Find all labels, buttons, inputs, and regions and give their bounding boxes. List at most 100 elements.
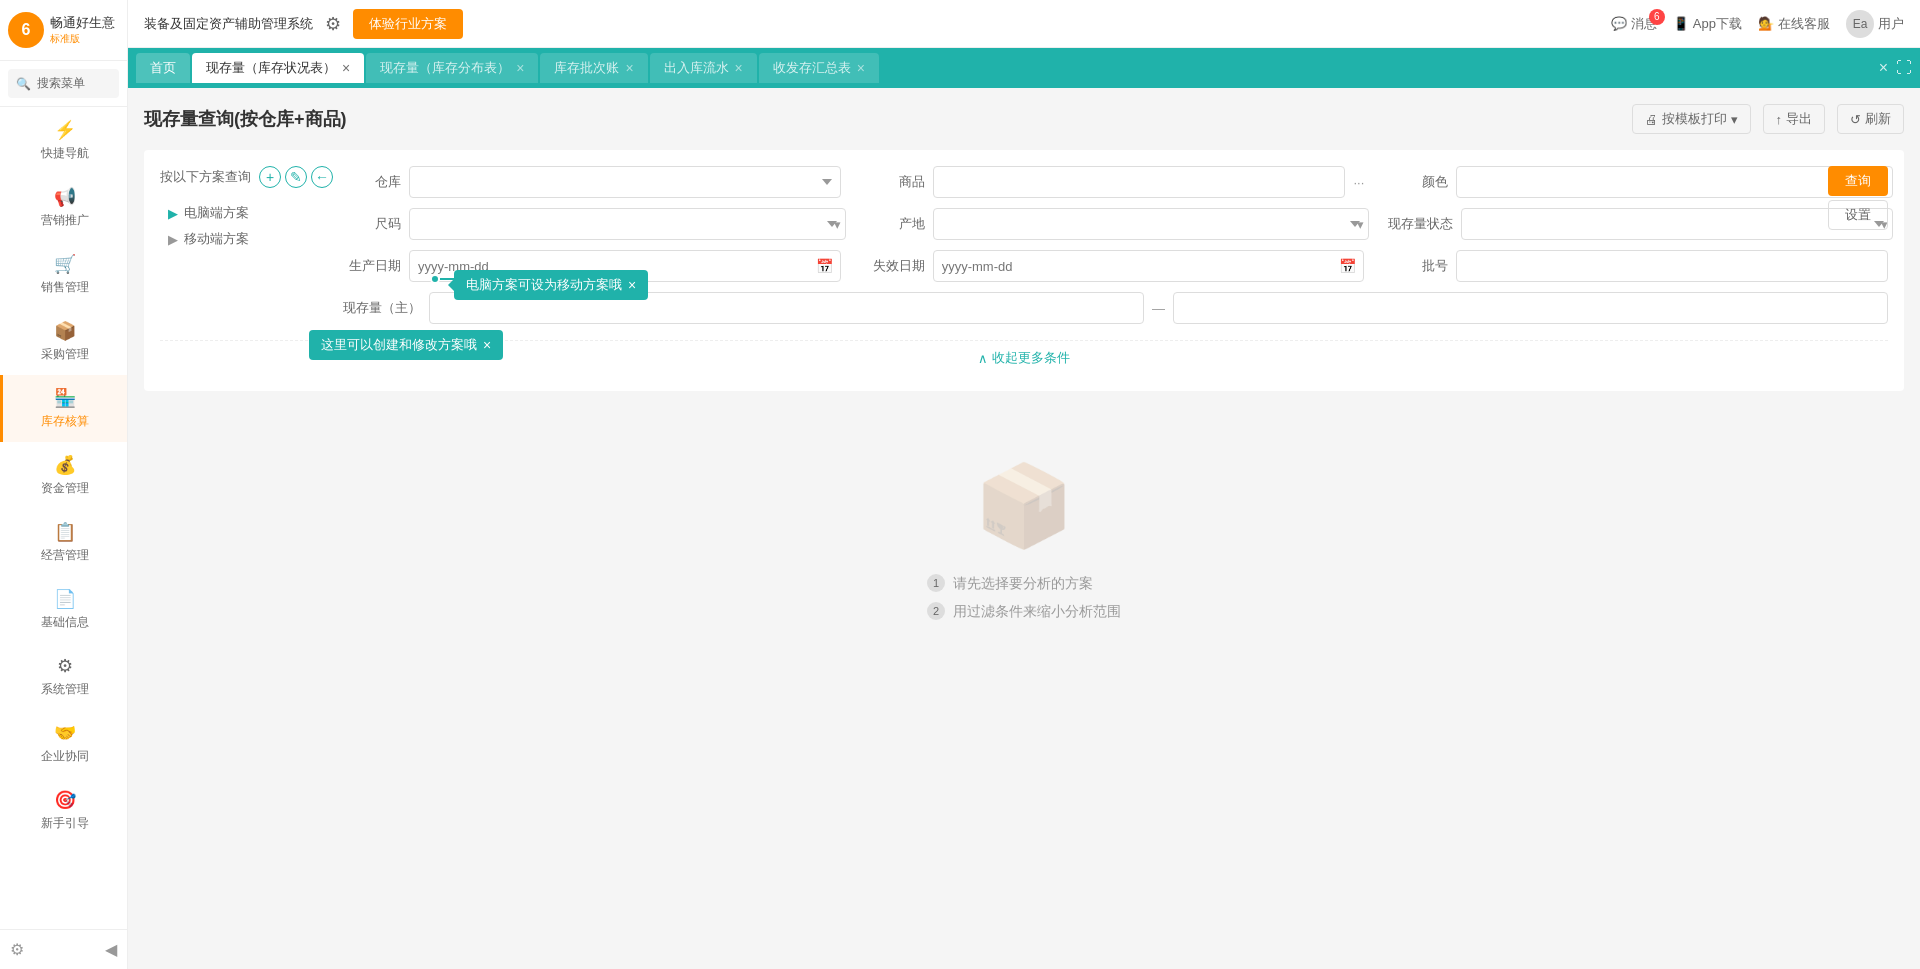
logo-name: 畅通好生意 xyxy=(50,14,115,32)
user-area[interactable]: Ea 用户 xyxy=(1846,10,1904,38)
tab-home[interactable]: 首页 xyxy=(136,53,190,83)
refresh-button[interactable]: ↺ 刷新 xyxy=(1837,104,1904,134)
sidebar-item-system[interactable]: ⚙ 系统管理 xyxy=(0,643,127,710)
topbar-settings-button[interactable]: ⚙ xyxy=(325,13,341,35)
tab-flow-close[interactable]: × xyxy=(735,61,743,75)
scheme-item-desktop[interactable]: ▶ 电脑端方案 xyxy=(160,200,325,226)
tab-summary-label: 收发存汇总表 xyxy=(773,59,851,77)
edit-tooltip-text: 这里可以创建和修改方案哦 xyxy=(321,336,477,354)
scheme-item-mobile-arrow: ▶ xyxy=(168,232,178,247)
industry-button[interactable]: 体验行业方案 xyxy=(353,9,463,39)
tab-inventory-distribution-close[interactable]: × xyxy=(516,61,524,75)
sidebar-item-enterprise[interactable]: 🤝 企业协同 xyxy=(0,710,127,777)
search-menu-button[interactable]: 🔍 搜索菜单 xyxy=(8,69,119,98)
marketing-label: 营销推广 xyxy=(41,212,89,229)
message-button[interactable]: 💬 消息 6 xyxy=(1611,15,1657,33)
sidebar-item-purchase[interactable]: 📦 采购管理 xyxy=(0,308,127,375)
size-select[interactable] xyxy=(409,208,846,240)
tip1-num: 1 xyxy=(927,574,945,592)
topbar-right: 💬 消息 6 📱 App下载 💁 在线客服 Ea 用户 xyxy=(1611,10,1904,38)
sidebar-item-basic-info[interactable]: 📄 基础信息 xyxy=(0,576,127,643)
size-select-wrapper xyxy=(409,208,846,240)
tab-summary[interactable]: 收发存汇总表 × xyxy=(759,53,879,83)
sidebar-item-guide[interactable]: 🎯 新手引导 xyxy=(0,777,127,844)
reset-button[interactable]: 设置 xyxy=(1828,200,1888,230)
app-download-button[interactable]: 📱 App下载 xyxy=(1673,15,1742,33)
online-service-label: 在线客服 xyxy=(1778,15,1830,33)
sales-label: 销售管理 xyxy=(41,279,89,296)
goods-label: 商品 xyxy=(865,173,925,191)
filter-section: 按以下方案查询 + ✎ ← ▶ xyxy=(144,150,1904,391)
tab-batch-account[interactable]: 库存批次账 × xyxy=(540,53,647,83)
empty-state: 📦 1 请先选择要分析的方案 2 用过滤条件来缩小分析范围 xyxy=(144,399,1904,685)
logo-badge: 标准版 xyxy=(50,32,115,46)
scheme-item-desktop-label: 电脑端方案 xyxy=(184,204,249,222)
tab-flow[interactable]: 出入库流水 × xyxy=(650,53,757,83)
collapse-label: 收起更多条件 xyxy=(992,349,1070,367)
add-scheme-button[interactable]: + xyxy=(259,166,281,188)
search-button[interactable]: 查询 xyxy=(1828,166,1888,196)
quick-nav-label: 快捷导航 xyxy=(41,145,89,162)
edit-icon: ✎ xyxy=(290,169,302,185)
edit-tooltip-close[interactable]: × xyxy=(483,338,491,352)
export-button[interactable]: ↑ 导出 xyxy=(1763,104,1826,134)
tab-batch-account-close[interactable]: × xyxy=(625,61,633,75)
quick-nav-icon: ⚡ xyxy=(54,119,76,141)
tab-inventory-status-close[interactable]: × xyxy=(342,61,350,75)
tab-inventory-status[interactable]: 现存量（库存状况表） × xyxy=(192,53,364,83)
topbar: 装备及固定资产辅助管理系统 ⚙ 体验行业方案 💬 消息 6 📱 App下载 💁 … xyxy=(128,0,1920,48)
origin-select[interactable] xyxy=(933,208,1370,240)
template-print-button[interactable]: 🖨 按模板打印 ▾ xyxy=(1632,104,1751,134)
guide-label: 新手引导 xyxy=(41,815,89,832)
tab-expand-button[interactable]: ⛶ xyxy=(1896,59,1912,77)
sidebar-item-quick-nav[interactable]: ⚡ 快捷导航 xyxy=(0,107,127,174)
stock-range-label: 现存量（主） xyxy=(341,299,421,317)
phone-icon: 📱 xyxy=(1673,16,1689,31)
search-menu-label: 搜索菜单 xyxy=(37,75,85,92)
sidebar-item-finance[interactable]: 💰 资金管理 xyxy=(0,442,127,509)
search-icon: 🔍 xyxy=(16,77,31,91)
back-scheme-button[interactable]: ← xyxy=(311,166,333,188)
color-label: 颜色 xyxy=(1388,173,1448,191)
sidebar-item-management[interactable]: 📋 经营管理 xyxy=(0,509,127,576)
system-label: 系统管理 xyxy=(41,681,89,698)
sidebar: 6 畅通好生意 标准版 🔍 搜索菜单 ⚡ 快捷导航 📢 营销推广 🛒 xyxy=(0,0,128,969)
tooltip1-dot xyxy=(430,274,440,284)
goods-input[interactable] xyxy=(933,166,1346,198)
system-icon: ⚙ xyxy=(57,655,73,677)
size-label: 尺码 xyxy=(341,215,401,233)
sidebar-collapse-button[interactable]: ◀ xyxy=(105,940,117,959)
tab-inventory-status-label: 现存量（库存状况表） xyxy=(206,59,336,77)
scheme-item-mobile[interactable]: ▶ 移动端方案 xyxy=(160,226,325,252)
template-print-label: 按模板打印 xyxy=(1662,110,1727,128)
sidebar-item-marketing[interactable]: 📢 营销推广 xyxy=(0,174,127,241)
collapse-chevron-icon: ∧ xyxy=(978,351,988,366)
sidebar-item-sales[interactable]: 🛒 销售管理 xyxy=(0,241,127,308)
page-header: 现存量查询(按仓库+商品) 🖨 按模板打印 ▾ ↑ 导出 ↺ 刷新 xyxy=(144,104,1904,134)
marketing-icon: 📢 xyxy=(54,186,76,208)
expire-date-input[interactable] xyxy=(933,250,1365,282)
tab-inventory-distribution[interactable]: 现存量（库存分布表） × xyxy=(366,53,538,83)
user-avatar: Ea xyxy=(1846,10,1874,38)
content-area: 现存量查询(按仓库+商品) 🖨 按模板打印 ▾ ↑ 导出 ↺ 刷新 xyxy=(128,88,1920,969)
message-badge: 6 xyxy=(1649,9,1665,25)
batch-input[interactable] xyxy=(1456,250,1888,282)
tabs-bar: 首页 现存量（库存状况表） × 现存量（库存分布表） × 库存批次账 × 出入库… xyxy=(128,48,1920,88)
edit-scheme-button[interactable]: ✎ xyxy=(285,166,307,188)
filter-row-stock-status: 现存量状态 ▾ xyxy=(1388,208,1888,240)
stock-range-max-input[interactable] xyxy=(1173,292,1888,324)
empty-tip-1: 1 请先选择要分析的方案 xyxy=(927,569,1121,597)
sidebar-settings-button[interactable]: ⚙ xyxy=(10,940,24,959)
chevron-down-icon: ▾ xyxy=(1731,112,1738,127)
sidebar-search-area[interactable]: 🔍 搜索菜单 xyxy=(0,61,127,107)
enterprise-label: 企业协同 xyxy=(41,748,89,765)
finance-icon: 💰 xyxy=(54,454,76,476)
warehouse-select[interactable] xyxy=(409,166,841,198)
scheme-tooltip-close[interactable]: × xyxy=(628,278,636,292)
sidebar-item-inventory[interactable]: 🏪 库存核算 xyxy=(0,375,127,442)
inventory-label: 库存核算 xyxy=(41,413,89,430)
tab-close-all-button[interactable]: × xyxy=(1879,59,1888,77)
stock-range-sep: — xyxy=(1152,301,1165,316)
online-service-button[interactable]: 💁 在线客服 xyxy=(1758,15,1830,33)
tab-summary-close[interactable]: × xyxy=(857,61,865,75)
